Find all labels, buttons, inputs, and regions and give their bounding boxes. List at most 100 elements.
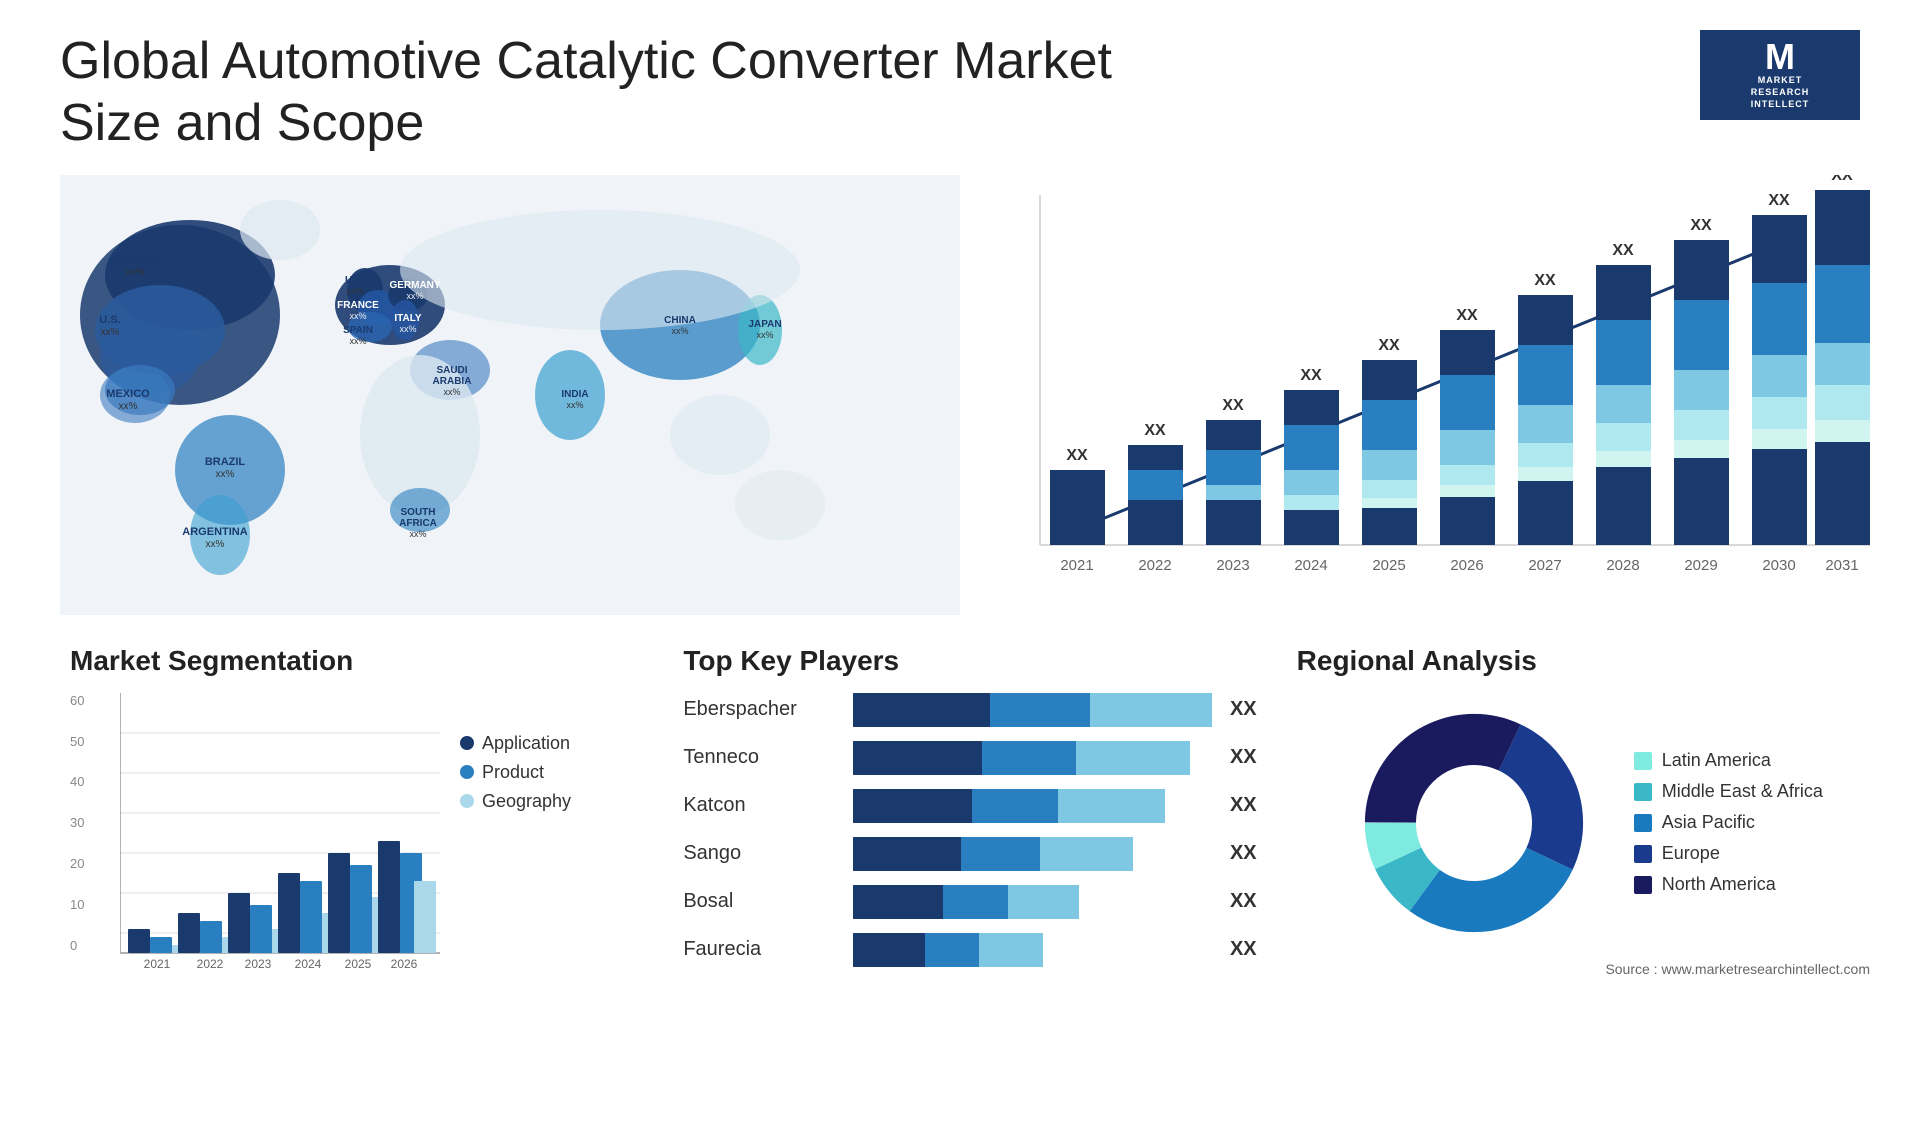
player-bar-0 xyxy=(853,693,1212,727)
svg-text:SAUDI: SAUDI xyxy=(436,365,467,376)
bar-chart-svg: XX 2021 XX 2022 XX 2023 xyxy=(980,175,1880,615)
svg-text:2025: 2025 xyxy=(345,957,372,971)
player-eberspacher: Eberspacher XX xyxy=(683,693,1256,727)
players-section: Top Key Players Eberspacher XX Tenneco xyxy=(673,635,1266,991)
player-xx-5: XX xyxy=(1230,938,1257,961)
seg-legend: Application Product Geography xyxy=(460,733,571,812)
legend-label-application: Application xyxy=(482,733,570,754)
svg-text:XX: XX xyxy=(1300,367,1322,384)
svg-text:XX: XX xyxy=(1534,272,1556,289)
svg-text:2026: 2026 xyxy=(1450,557,1483,574)
legend-mea: Middle East & Africa xyxy=(1634,781,1823,802)
svg-text:ARGENTINA: ARGENTINA xyxy=(182,526,247,538)
svg-text:XX: XX xyxy=(1768,192,1790,209)
svg-text:U.S.: U.S. xyxy=(99,314,120,326)
donut-legend: Latin America Middle East & Africa Asia … xyxy=(1634,750,1823,895)
player-name-1: Tenneco xyxy=(683,746,843,769)
legend-geography: Geography xyxy=(460,791,571,812)
svg-text:xx%: xx% xyxy=(101,327,120,338)
svg-text:xx%: xx% xyxy=(756,330,773,340)
svg-text:2022: 2022 xyxy=(197,957,224,971)
svg-text:xx%: xx% xyxy=(409,529,426,539)
logo-letter: M xyxy=(1765,39,1795,75)
svg-text:2023: 2023 xyxy=(245,957,272,971)
player-xx-0: XX xyxy=(1230,698,1257,721)
legend-label-asia: Asia Pacific xyxy=(1662,812,1755,833)
segmentation-title: Market Segmentation xyxy=(70,645,643,677)
header: Global Automotive Catalytic Converter Ma… xyxy=(60,30,1860,155)
legend-label-mea: Middle East & Africa xyxy=(1662,781,1823,802)
svg-text:xx%: xx% xyxy=(216,469,235,480)
svg-text:2023: 2023 xyxy=(1216,557,1249,574)
logo-text: MARKET RESEARCH INTELLECT xyxy=(1751,75,1810,110)
svg-text:SPAIN: SPAIN xyxy=(343,325,373,336)
players-chart: Eberspacher XX Tenneco xyxy=(683,693,1256,967)
svg-text:2028: 2028 xyxy=(1606,557,1639,574)
svg-text:xx%: xx% xyxy=(119,401,138,412)
svg-text:2022: 2022 xyxy=(1138,557,1171,574)
page: Global Automotive Catalytic Converter Ma… xyxy=(0,0,1920,1146)
player-bosal: Bosal XX xyxy=(683,885,1256,919)
svg-text:XX: XX xyxy=(1222,397,1244,414)
player-name-3: Sango xyxy=(683,842,843,865)
svg-text:2024: 2024 xyxy=(295,957,322,971)
svg-text:SOUTH: SOUTH xyxy=(401,507,436,518)
main-grid: CANADA xx% U.S. xx% MEXICO xx% BRAZIL xx… xyxy=(60,175,1860,991)
regional-title: Regional Analysis xyxy=(1297,645,1870,677)
world-map: CANADA xx% U.S. xx% MEXICO xx% BRAZIL xx… xyxy=(60,175,960,615)
player-name-4: Bosal xyxy=(683,890,843,913)
player-tenneco: Tenneco XX xyxy=(683,741,1256,775)
svg-text:xx%: xx% xyxy=(443,387,460,397)
legend-application: Application xyxy=(460,733,571,754)
chart-section: XX 2021 XX 2022 XX 2023 xyxy=(980,175,1880,615)
svg-text:xx%: xx% xyxy=(349,311,366,321)
bottom-grid: Market Segmentation 0 10 20 30 40 50 60 xyxy=(60,635,1880,991)
legend-dot-geography xyxy=(460,794,474,808)
legend-color-europe xyxy=(1634,845,1652,863)
legend-product: Product xyxy=(460,762,571,783)
player-katcon: Katcon XX xyxy=(683,789,1256,823)
legend-dot-product xyxy=(460,765,474,779)
svg-text:INDIA: INDIA xyxy=(561,389,588,400)
source-text: Source : www.marketresearchintellect.com xyxy=(1297,961,1870,977)
svg-text:AFRICA: AFRICA xyxy=(399,518,437,529)
player-xx-2: XX xyxy=(1230,794,1257,817)
legend-europe: Europe xyxy=(1634,843,1823,864)
legend-label-na: North America xyxy=(1662,874,1776,895)
svg-text:BRAZIL: BRAZIL xyxy=(205,456,246,468)
donut-chart-svg xyxy=(1344,693,1604,953)
player-name-2: Katcon xyxy=(683,794,843,817)
svg-text:XX: XX xyxy=(1456,307,1478,324)
player-bar-2 xyxy=(853,789,1212,823)
legend-label-product: Product xyxy=(482,762,544,783)
svg-text:XX: XX xyxy=(1378,337,1400,354)
player-sango: Sango XX xyxy=(683,837,1256,871)
svg-text:xx%: xx% xyxy=(671,326,688,336)
segmentation-chart-svg: 2021 2022 2023 xyxy=(120,693,440,973)
svg-text:2025: 2025 xyxy=(1372,557,1405,574)
svg-text:2026: 2026 xyxy=(391,957,418,971)
svg-text:XX: XX xyxy=(1612,242,1634,259)
players-title: Top Key Players xyxy=(683,645,1256,677)
svg-text:xx%: xx% xyxy=(566,400,583,410)
svg-text:xx%: xx% xyxy=(399,324,416,334)
svg-text:XX: XX xyxy=(1066,447,1088,464)
legend-color-asia xyxy=(1634,814,1652,832)
map-section: CANADA xx% U.S. xx% MEXICO xx% BRAZIL xx… xyxy=(60,175,960,615)
legend-color-mea xyxy=(1634,783,1652,801)
svg-text:xx%: xx% xyxy=(346,286,363,296)
player-bar-1 xyxy=(853,741,1212,775)
svg-text:JAPAN: JAPAN xyxy=(748,319,781,330)
svg-text:2027: 2027 xyxy=(1528,557,1561,574)
legend-dot-application xyxy=(460,736,474,750)
svg-text:ITALY: ITALY xyxy=(394,313,422,324)
svg-text:MEXICO: MEXICO xyxy=(106,388,150,400)
logo-box: M MARKET RESEARCH INTELLECT xyxy=(1700,30,1860,120)
page-title: Global Automotive Catalytic Converter Ma… xyxy=(60,30,1160,155)
svg-text:XX: XX xyxy=(1690,217,1712,234)
player-name-0: Eberspacher xyxy=(683,698,843,721)
player-bar-3 xyxy=(853,837,1212,871)
player-name-5: Faurecia xyxy=(683,938,843,961)
player-xx-1: XX xyxy=(1230,746,1257,769)
donut-area: Latin America Middle East & Africa Asia … xyxy=(1297,693,1870,953)
